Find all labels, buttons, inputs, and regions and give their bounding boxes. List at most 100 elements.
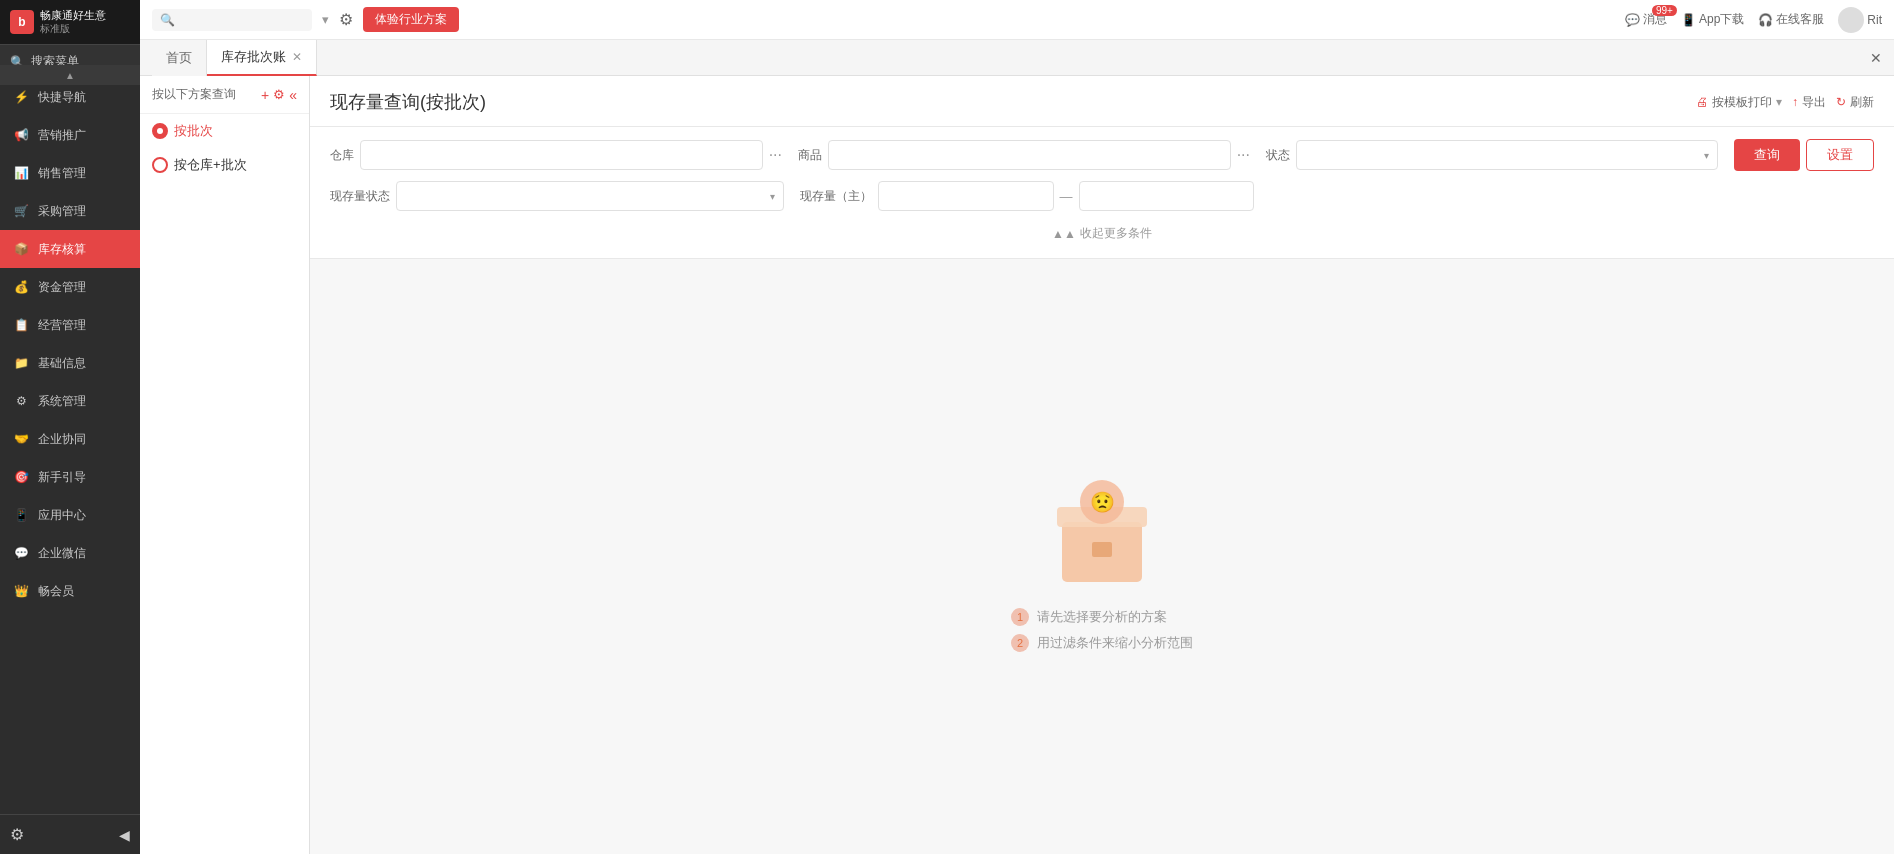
warehouse-input[interactable] <box>360 140 763 170</box>
sidebar-settings-icon[interactable]: ⚙ <box>10 825 24 844</box>
stock-qty-min[interactable] <box>878 181 1054 211</box>
tab-end-close-btn[interactable]: ✕ <box>1870 50 1882 66</box>
filter-row-2: 现存量状态 ▾ 现存量（主） — <box>330 181 1874 211</box>
sidebar-item-finance[interactable]: 💰 资金管理 <box>0 268 140 306</box>
messages-icon: 💬 <box>1625 13 1640 27</box>
status-select[interactable]: ▾ <box>1296 140 1718 170</box>
sidebar-item-label: 基础信息 <box>38 355 86 372</box>
empty-illustration: 😟 <box>1037 462 1167 592</box>
stock-status-dropdown-icon: ▾ <box>770 191 775 202</box>
scheme-settings-btn[interactable]: ⚙ <box>273 87 285 103</box>
scheme-item-by-batch[interactable]: 按批次 <box>140 114 309 148</box>
topbar-search-input[interactable] <box>179 13 279 27</box>
export-btn[interactable]: ↑ 导出 <box>1792 94 1826 111</box>
hint-text-2: 用过滤条件来缩小分析范围 <box>1037 634 1193 652</box>
export-icon: ↑ <box>1792 95 1798 109</box>
scheme-item-by-warehouse-batch[interactable]: 按仓库+批次 <box>140 148 309 182</box>
sidebar-item-label: 畅会员 <box>38 583 74 600</box>
empty-hint-2: 2 用过滤条件来缩小分析范围 <box>1011 634 1193 652</box>
set-btn[interactable]: 设置 <box>1806 139 1874 171</box>
content-area: 按以下方案查询 + ⚙ « 按批次 按仓库+批次 <box>140 76 1894 854</box>
product-more-btn[interactable]: ··· <box>1237 146 1250 164</box>
sidebar-item-system[interactable]: ⚙ 系统管理 <box>0 382 140 420</box>
sidebar-item-wechat[interactable]: 💬 企业微信 <box>0 534 140 572</box>
product-label: 商品 <box>798 147 822 164</box>
sidebar-item-label: 应用中心 <box>38 507 86 524</box>
topbar-dropdown-btn[interactable]: ▾ <box>322 12 329 27</box>
app-center-icon: 📱 <box>12 506 30 524</box>
empty-state: 😟 1 请先选择要分析的方案 2 用过滤条件来缩小分析范围 <box>310 259 1894 854</box>
messages-action[interactable]: 💬 消息 99+ <box>1625 11 1667 28</box>
sidebar-item-label: 采购管理 <box>38 203 86 220</box>
stock-qty-filter: 现存量（主） — <box>800 181 1254 211</box>
sidebar-item-operations[interactable]: 📋 经营管理 <box>0 306 140 344</box>
sidebar-item-app-center[interactable]: 📱 应用中心 <box>0 496 140 534</box>
sidebar-item-basic-info[interactable]: 📁 基础信息 <box>0 344 140 382</box>
topbar-search-icon: 🔍 <box>160 13 175 27</box>
system-icon: ⚙ <box>12 392 30 410</box>
sidebar-header: b 畅康通好生意 标准版 <box>0 0 140 45</box>
warehouse-more-btn[interactable]: ··· <box>769 146 782 164</box>
sidebar-footer: ⚙ ◀ <box>0 814 140 854</box>
enterprise-icon: 🤝 <box>12 430 30 448</box>
member-icon: 👑 <box>12 582 30 600</box>
topbar-settings-btn[interactable]: ⚙ <box>339 10 353 29</box>
export-label: 导出 <box>1802 94 1826 111</box>
warehouse-filter: 仓库 ··· <box>330 140 782 170</box>
refresh-label: 刷新 <box>1850 94 1874 111</box>
tab-inventory-batch[interactable]: 库存批次账 ✕ <box>207 40 317 76</box>
scroll-up-btn[interactable]: ▲ <box>0 65 140 85</box>
filter-row-1: 仓库 ··· 商品 ··· 状态 <box>330 139 1874 171</box>
stock-status-filter: 现存量状态 ▾ <box>330 181 784 211</box>
filter-area: 仓库 ··· 商品 ··· 状态 <box>310 127 1894 259</box>
sidebar-item-guide[interactable]: 🎯 新手引导 <box>0 458 140 496</box>
quick-nav-icon: ⚡ <box>12 88 30 106</box>
collapse-panel-btn[interactable]: « <box>289 87 297 103</box>
operations-icon: 📋 <box>12 316 30 334</box>
sidebar-item-marketing[interactable]: 📢 营销推广 <box>0 116 140 154</box>
tab-close-btn[interactable]: ✕ <box>292 50 302 64</box>
app-download-label: App下载 <box>1699 11 1744 28</box>
collapse-filter-btn[interactable]: ▲▲ 收起更多条件 <box>330 221 1874 246</box>
status-dropdown-icon: ▾ <box>1704 150 1709 161</box>
tab-home[interactable]: 首页 <box>152 40 207 76</box>
refresh-btn[interactable]: ↻ 刷新 <box>1836 94 1874 111</box>
product-input[interactable] <box>828 140 1231 170</box>
left-panel-title: 按以下方案查询 <box>152 86 236 103</box>
sidebar-item-label: 快捷导航 <box>38 89 86 106</box>
topbar-actions: 💬 消息 99+ 📱 App下载 🎧 在线客服 Rit <box>1625 7 1882 33</box>
svg-text:😟: 😟 <box>1090 490 1115 514</box>
messages-badge: 99+ <box>1652 5 1677 16</box>
experience-btn[interactable]: 体验行业方案 <box>363 7 459 32</box>
query-btn[interactable]: 查询 <box>1734 139 1800 171</box>
sidebar-item-label: 销售管理 <box>38 165 86 182</box>
sidebar-item-label: 经营管理 <box>38 317 86 334</box>
print-icon: 🖨 <box>1696 95 1708 109</box>
sidebar-item-member[interactable]: 👑 畅会员 <box>0 572 140 610</box>
sales-icon: 📊 <box>12 164 30 182</box>
tab-inventory-batch-label: 库存批次账 <box>221 48 286 66</box>
app-download-action[interactable]: 📱 App下载 <box>1681 11 1744 28</box>
stock-qty-max[interactable] <box>1079 181 1255 211</box>
topbar-search[interactable]: 🔍 <box>152 9 312 31</box>
print-btn[interactable]: 🖨 按模板打印 ▾ <box>1696 94 1782 111</box>
empty-svg: 😟 <box>1037 462 1167 592</box>
sidebar-item-purchase[interactable]: 🛒 采购管理 <box>0 192 140 230</box>
collapse-up-icon: ▲▲ <box>1052 227 1076 241</box>
scheme-dot-inactive <box>152 157 168 173</box>
sidebar-collapse-icon[interactable]: ◀ <box>119 827 130 843</box>
online-service-action[interactable]: 🎧 在线客服 <box>1758 11 1824 28</box>
tab-home-label: 首页 <box>166 49 192 67</box>
sidebar-item-label: 企业协同 <box>38 431 86 448</box>
hint-num-1: 1 <box>1011 608 1029 626</box>
sidebar-item-label: 企业微信 <box>38 545 86 562</box>
sidebar-item-inventory[interactable]: 📦 库存核算 <box>0 230 140 268</box>
page-header: 现存量查询(按批次) 🖨 按模板打印 ▾ ↑ 导出 ↻ <box>310 76 1894 127</box>
sidebar-item-sales[interactable]: 📊 销售管理 <box>0 154 140 192</box>
add-scheme-btn[interactable]: + <box>261 87 269 103</box>
status-filter: 状态 ▾ <box>1266 140 1718 170</box>
print-dropdown-icon[interactable]: ▾ <box>1776 95 1782 109</box>
sidebar-item-enterprise[interactable]: 🤝 企业协同 <box>0 420 140 458</box>
user-profile[interactable]: Rit <box>1838 7 1882 33</box>
stock-status-select[interactable]: ▾ <box>396 181 784 211</box>
